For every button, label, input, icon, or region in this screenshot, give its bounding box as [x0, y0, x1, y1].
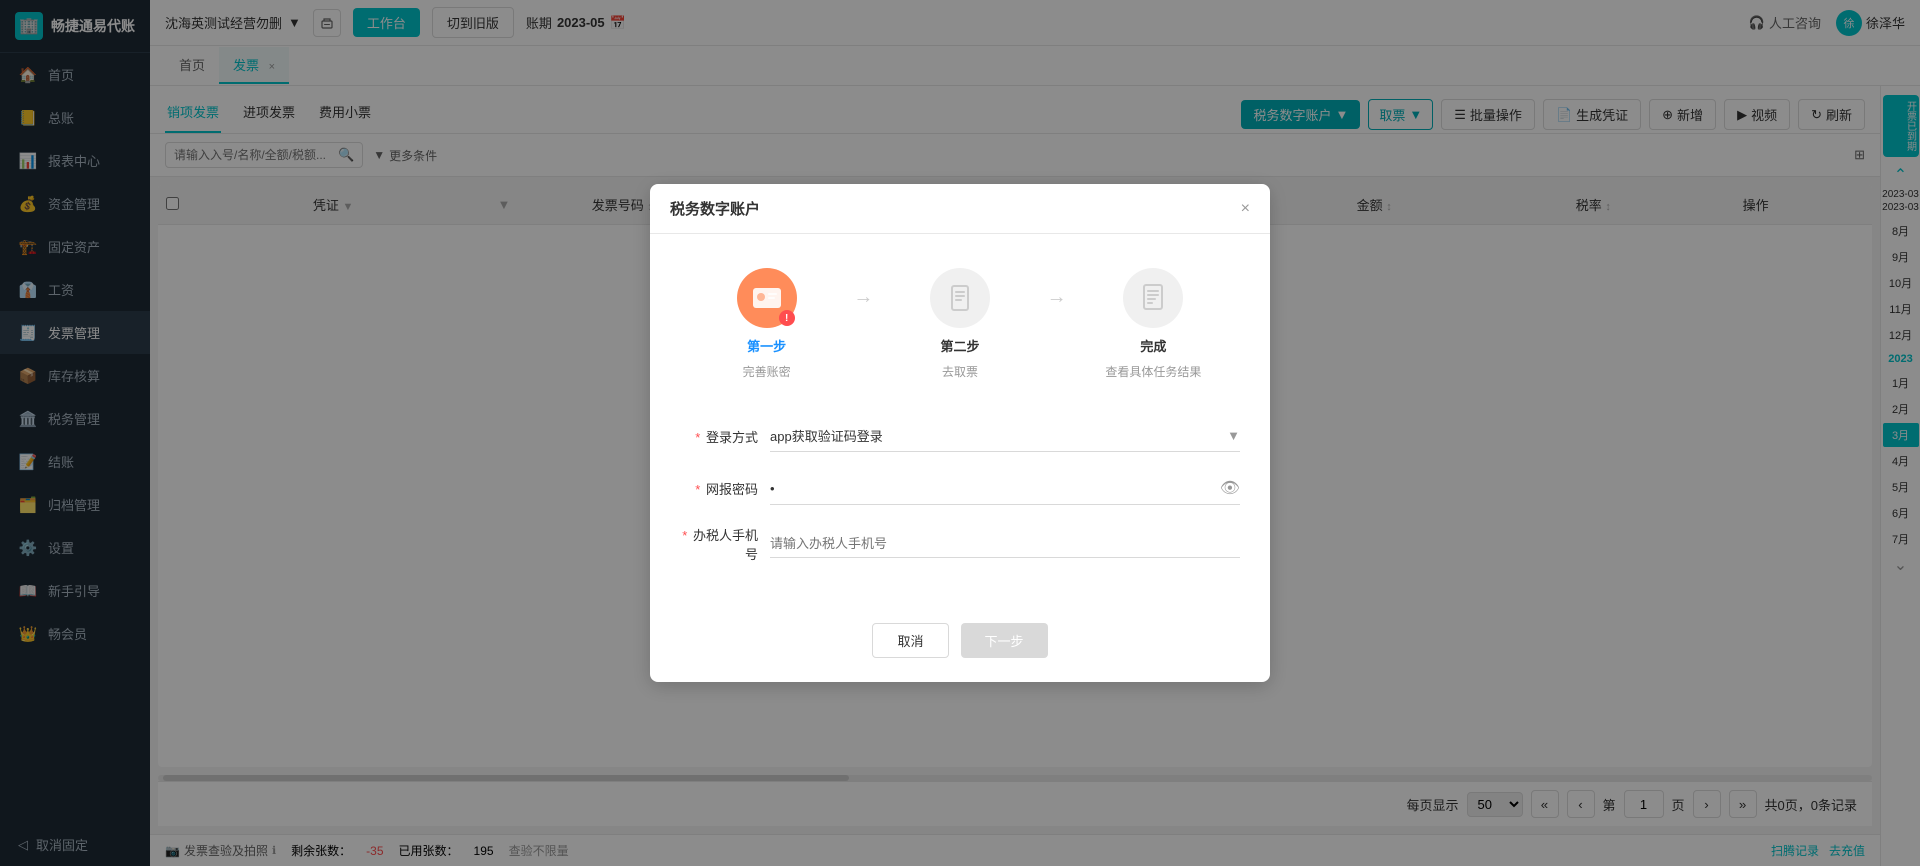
step-1-label: 第一步	[747, 336, 786, 355]
password-label: * 网报密码	[680, 479, 770, 498]
login-method-select[interactable]: app获取验证码登录 ▼	[770, 420, 1240, 452]
step-3-circle	[1123, 268, 1183, 328]
step-2-desc: 去取票	[942, 363, 978, 380]
password-input-wrap: 👁	[770, 472, 1240, 505]
modal-header: 税务数字账户 ×	[650, 184, 1270, 234]
phone-input-wrap	[770, 530, 1240, 558]
step-1-error-badge: !	[779, 310, 795, 326]
step-arrow-1: →	[853, 268, 873, 309]
modal-title: 税务数字账户	[670, 198, 760, 219]
phone-input[interactable]	[770, 536, 1240, 551]
modal-body: ! 第一步 完善账密 →	[650, 234, 1270, 607]
password-required: *	[695, 482, 700, 497]
step-2-label: 第二步	[940, 336, 979, 355]
step-1-desc: 完善账密	[743, 363, 791, 380]
step-3-desc: 查看具体任务结果	[1105, 363, 1201, 380]
phone-field: * 办税人手机号	[680, 525, 1240, 563]
steps-indicator: ! 第一步 完善账密 →	[680, 258, 1240, 390]
phone-control	[770, 530, 1240, 558]
password-eye-icon[interactable]: 👁	[1220, 478, 1240, 498]
login-method-label-text: 登录方式	[706, 430, 758, 445]
phone-label: * 办税人手机号	[680, 525, 770, 563]
login-method-required: *	[695, 430, 700, 445]
password-control: 👁	[770, 472, 1240, 505]
login-method-control[interactable]: app获取验证码登录 ▼	[770, 420, 1240, 452]
step-3-label: 完成	[1140, 336, 1166, 355]
step-3: 完成 查看具体任务结果	[1067, 268, 1240, 380]
login-method-label: * 登录方式	[680, 427, 770, 446]
password-label-text: 网报密码	[706, 482, 758, 497]
tax-digital-modal: 税务数字账户 ×	[650, 184, 1270, 682]
modal-overlay: 税务数字账户 ×	[0, 0, 1920, 866]
next-button[interactable]: 下一步	[961, 623, 1048, 658]
phone-label-text: 办税人手机号	[693, 528, 758, 562]
cancel-button[interactable]: 取消	[872, 623, 948, 658]
modal-footer: 取消 下一步	[650, 607, 1270, 682]
login-method-field: * 登录方式 app获取验证码登录 ▼	[680, 420, 1240, 452]
password-field: * 网报密码 👁	[680, 472, 1240, 505]
step-1: ! 第一步 完善账密	[680, 268, 853, 380]
select-dropdown-icon: ▼	[1227, 428, 1240, 443]
step-arrow-2: →	[1047, 268, 1067, 309]
step-2: 第二步 去取票	[873, 268, 1046, 380]
phone-required: *	[682, 528, 687, 543]
step-2-circle	[930, 268, 990, 328]
password-input[interactable]	[770, 481, 1220, 496]
login-method-value: app获取验证码登录	[770, 426, 883, 445]
modal-close-button[interactable]: ×	[1241, 200, 1250, 218]
step-1-icon-wrap: !	[737, 268, 797, 328]
